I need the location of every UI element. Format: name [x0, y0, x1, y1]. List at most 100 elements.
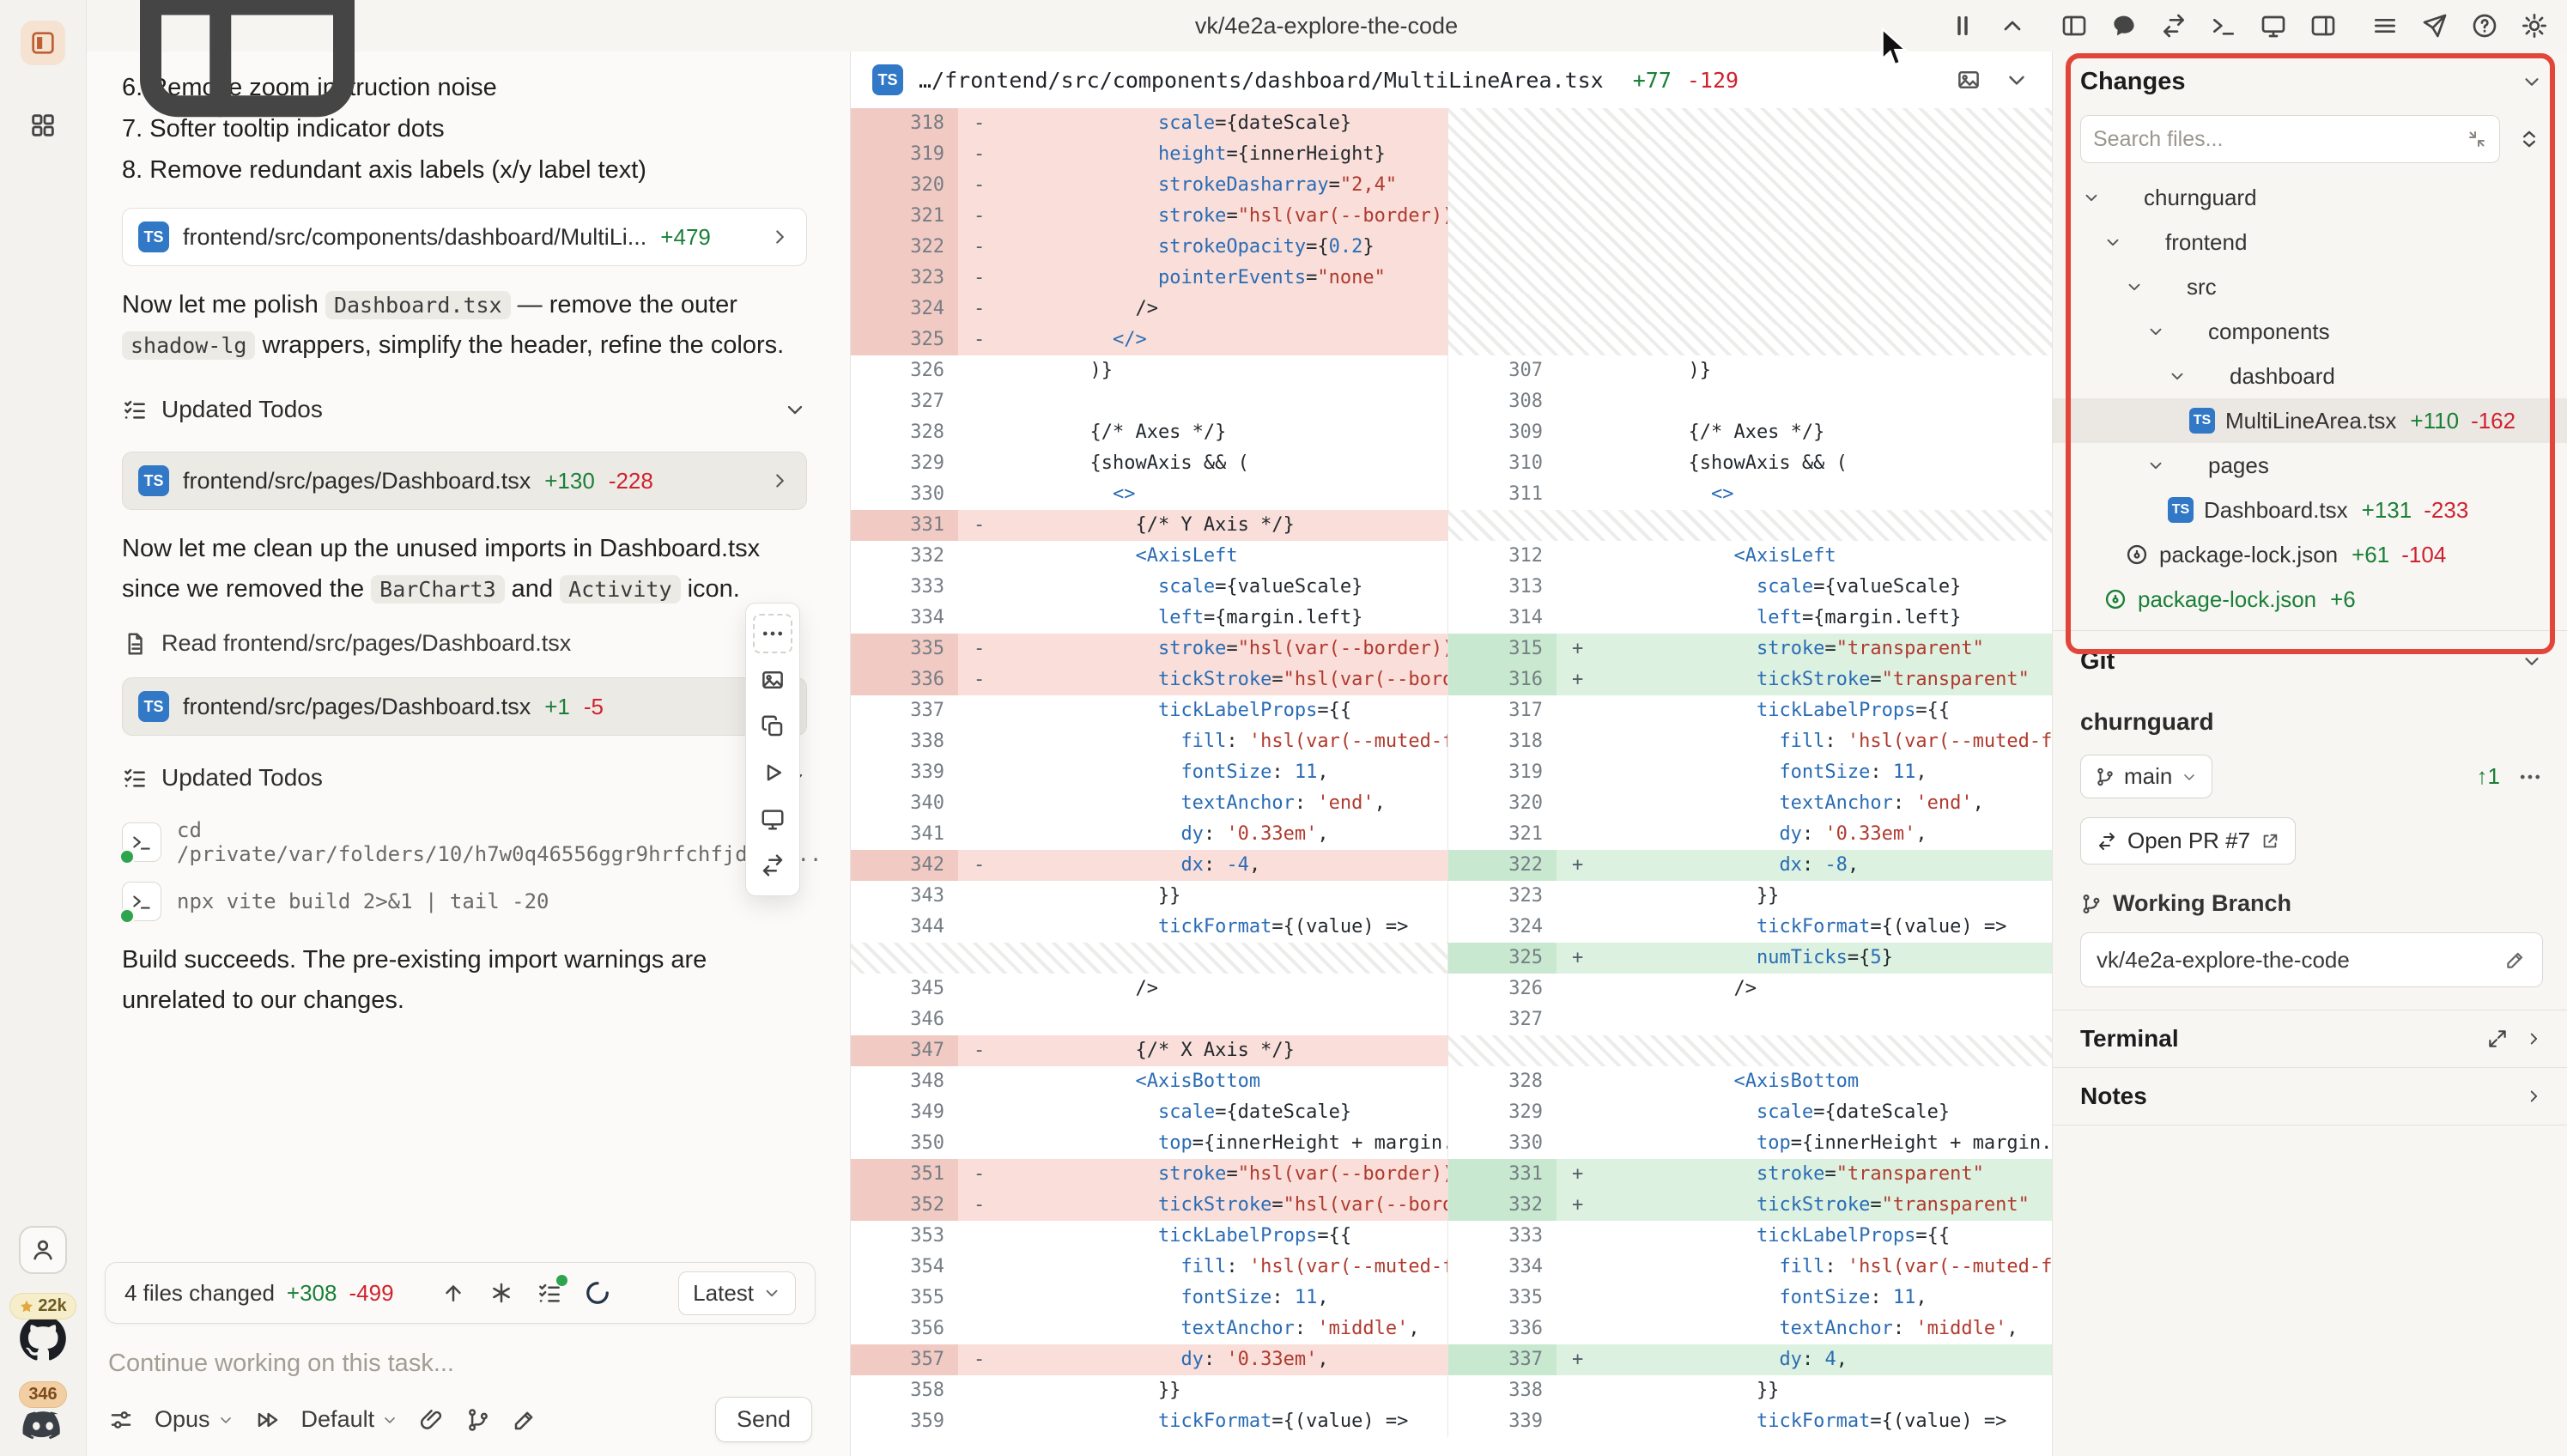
collapse-panel-icon[interactable] — [2467, 129, 2487, 149]
code-text: {/* Axes */} — [1620, 417, 2052, 448]
terminal-icon[interactable] — [2210, 12, 2237, 39]
workspaces-button[interactable] — [22, 105, 64, 146]
diff-line: 329 {showAxis && ( — [850, 448, 1447, 479]
terminal-section[interactable]: Terminal — [2053, 1010, 2567, 1067]
tree-row-frontend[interactable]: frontend — [2053, 220, 2567, 264]
help-icon[interactable] — [2471, 12, 2498, 39]
diff-line: 352- tickStroke="hsl(var(--border))" — [850, 1190, 1447, 1221]
edit-pencil-icon[interactable] — [2504, 949, 2527, 971]
github-link[interactable]: 22k — [9, 1293, 76, 1362]
tree-row-dashboard-tsx[interactable]: TSDashboard.tsx+131-233 — [2053, 488, 2567, 532]
tree-row-package-lock-json[interactable]: package-lock.json+61-104 — [2053, 532, 2567, 577]
external-link-icon — [2261, 832, 2279, 851]
diff-line: 344 tickFormat={(value) => — [850, 912, 1447, 943]
more-dots-icon[interactable] — [2517, 764, 2543, 790]
working-branch-input[interactable]: vk/4e2a-explore-the-code — [2080, 932, 2543, 987]
monitor-icon[interactable] — [2260, 12, 2287, 39]
line-number: 328 — [850, 417, 958, 448]
file-change-chip[interactable]: TSfrontend/src/pages/Dashboard.tsx+130-2… — [122, 452, 807, 510]
todos-icon[interactable] — [537, 1280, 562, 1306]
changes-header[interactable]: Changes — [2053, 52, 2567, 106]
diff-line: 335 fontSize: 11, — [1447, 1283, 2052, 1313]
notes-section[interactable]: Notes — [2053, 1067, 2567, 1125]
share-icon[interactable] — [2421, 12, 2449, 39]
file-diff-counts: +6 — [2330, 586, 2356, 613]
snapshot-icon[interactable] — [1956, 67, 1981, 93]
terminal-command-row[interactable]: npx vite build 2>&1 | tail -20 — [122, 882, 807, 921]
files-changed-bar[interactable]: 4 files changed +308 -499 Latest — [105, 1262, 816, 1324]
line-number: 328 — [1448, 1066, 1557, 1097]
copy-button[interactable] — [753, 707, 792, 746]
tree-row-components[interactable]: components — [2053, 309, 2567, 354]
panel-left-icon[interactable] — [2060, 12, 2088, 39]
file-change-chip[interactable]: TSfrontend/src/components/dashboard/Mult… — [122, 208, 807, 266]
code-text: tickStroke="hsl(var(--border))" — [1022, 664, 1447, 695]
github-stars-count: 22k — [38, 1296, 66, 1316]
diff-line: 357- dy: '0.33em', — [850, 1344, 1447, 1375]
collapse-all-button[interactable] — [2512, 122, 2546, 156]
line-number: 313 — [1448, 572, 1557, 603]
pause-icon[interactable] — [1949, 12, 1976, 39]
account-button[interactable] — [19, 1226, 67, 1274]
tree-row-src[interactable]: src — [2053, 264, 2567, 309]
updated-todos-row[interactable]: Updated Todos — [122, 385, 807, 434]
burst-icon[interactable] — [489, 1280, 514, 1306]
app-logo-icon — [29, 29, 57, 57]
tree-row-package-lock-json[interactable]: package-lock.json+6 — [2053, 577, 2567, 622]
diff-line: 345 /> — [850, 974, 1447, 1004]
updated-todos-row[interactable]: Updated Todos — [122, 753, 807, 803]
branch-selector[interactable]: main — [2080, 755, 2212, 798]
line-number: 337 — [1448, 1344, 1557, 1375]
read-file-row[interactable]: Read frontend/src/pages/Dashboard.tsx — [122, 630, 807, 657]
chat-input[interactable]: Continue working on this task... — [105, 1324, 816, 1385]
attach-icon[interactable] — [419, 1407, 445, 1433]
line-number: 307 — [1448, 355, 1557, 386]
send-button[interactable]: Send — [715, 1397, 812, 1442]
tree-row-pages[interactable]: pages — [2053, 443, 2567, 488]
diff-line: 334 left={margin.left} — [850, 603, 1447, 634]
inline-code: Activity — [560, 575, 680, 604]
run-button[interactable] — [753, 753, 792, 792]
diff-row: 357- dy: '0.33em',337+ dy: 4, — [850, 1344, 2052, 1375]
settings-gear-icon[interactable] — [2521, 12, 2548, 39]
collapse-icon[interactable] — [1999, 12, 2026, 39]
chat-bubble-icon[interactable] — [2110, 12, 2138, 39]
menu-icon[interactable] — [2371, 12, 2399, 39]
code-text: tickFormat={(value) => — [1022, 1406, 1447, 1437]
sliders-icon[interactable] — [108, 1407, 134, 1433]
screenshot-button[interactable] — [753, 660, 792, 700]
pen-icon[interactable] — [512, 1407, 537, 1433]
preview-button[interactable] — [753, 799, 792, 839]
discord-link[interactable]: 346 — [19, 1381, 67, 1451]
tree-row-multilinearea-tsx[interactable]: TSMultiLineArea.tsx+110-162 — [2053, 398, 2567, 443]
tree-row-churnguard[interactable]: churnguard — [2053, 175, 2567, 220]
diff-button[interactable] — [753, 846, 792, 885]
expand-icon[interactable] — [2486, 1028, 2509, 1050]
tree-row-dashboard[interactable]: dashboard — [2053, 354, 2567, 398]
model-dropdown[interactable]: Opus — [155, 1406, 234, 1433]
terminal-command-row[interactable]: cd /private/var/folders/10/h7w0q46556ggr… — [122, 818, 807, 866]
diff-sign — [958, 974, 1022, 1004]
git-header[interactable]: Git — [2053, 631, 2567, 686]
diff-sign — [1557, 572, 1620, 603]
mode-dropdown[interactable]: Default — [301, 1406, 399, 1433]
diff-line: 350 top={innerHeight + margin.top} — [850, 1128, 1447, 1159]
scroll-top-icon[interactable] — [440, 1280, 466, 1306]
more-dots-icon — [760, 621, 786, 646]
app-logo-button[interactable] — [21, 21, 65, 65]
git-compare-icon[interactable] — [2160, 12, 2188, 39]
git-compare-icon — [760, 852, 786, 878]
window-layout-icon[interactable] — [118, 0, 376, 155]
latest-dropdown[interactable]: Latest — [678, 1271, 796, 1315]
file-change-chip[interactable]: TSfrontend/src/pages/Dashboard.tsx+1-5 — [122, 677, 807, 736]
search-input[interactable]: Search files... — [2080, 115, 2500, 163]
line-number: 325 — [850, 325, 958, 355]
branch-icon[interactable] — [465, 1407, 491, 1433]
fast-forward-icon[interactable] — [255, 1407, 281, 1433]
panel-right-icon[interactable] — [2309, 12, 2337, 39]
diff-row: 327308 — [850, 386, 2052, 417]
more-button[interactable] — [753, 614, 792, 653]
code-text: )} — [1620, 355, 2052, 386]
open-pr-button[interactable]: Open PR #7 — [2080, 817, 2296, 864]
chevron-down-icon[interactable] — [2004, 67, 2030, 93]
